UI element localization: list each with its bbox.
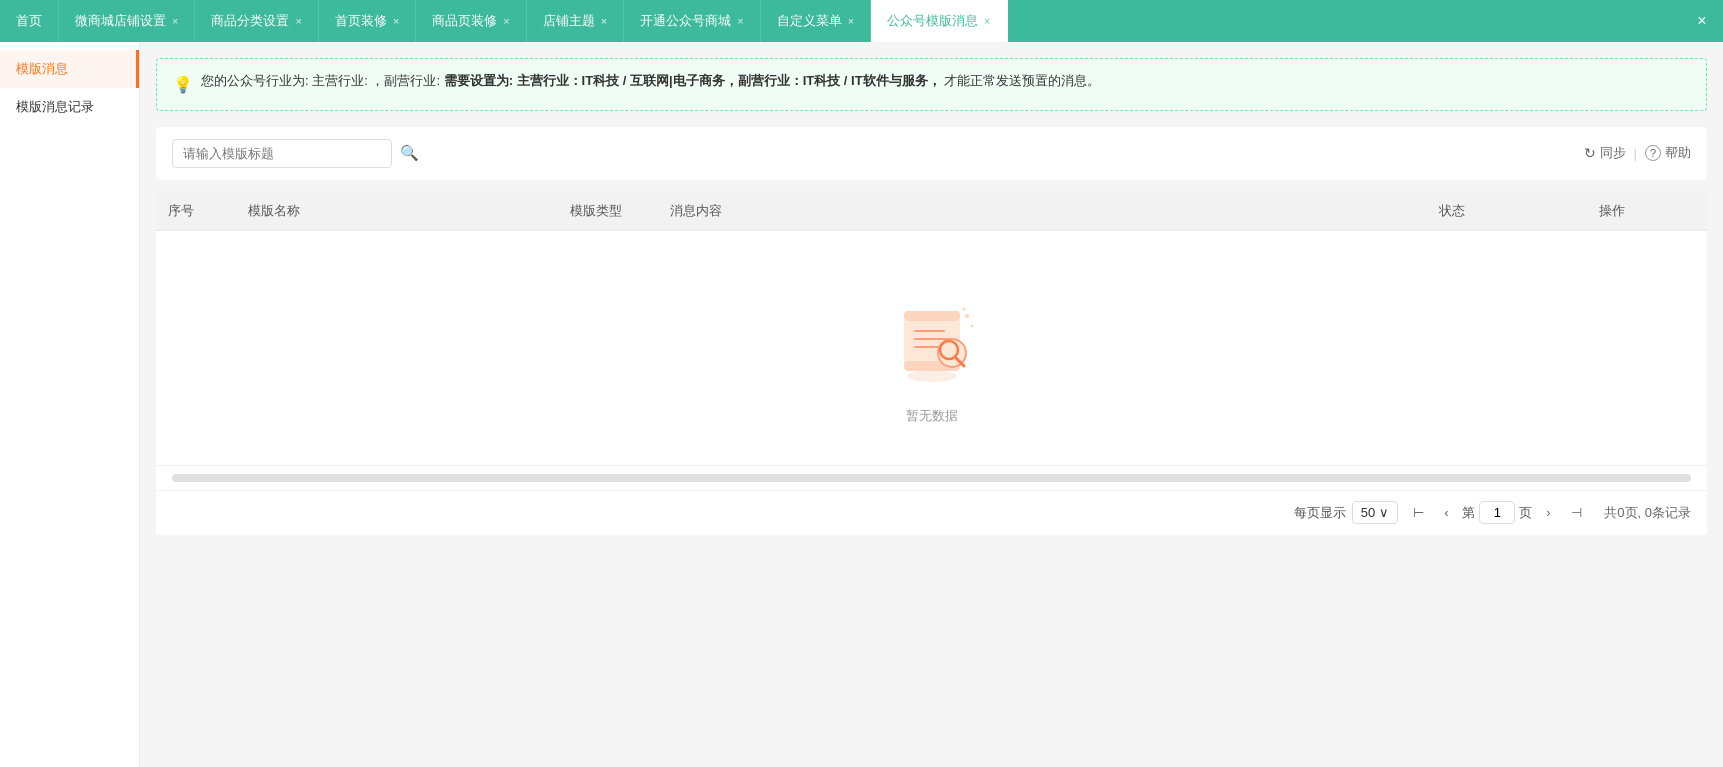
- empty-illustration: [882, 291, 982, 391]
- search-input[interactable]: [172, 139, 392, 168]
- notice-box: 💡 您的公众号行业为: 主营行业: ，副营行业: 需要设置为: 主营行业：IT科…: [156, 58, 1707, 111]
- toolbar-right: ↻ 同步 | ? 帮助: [1584, 144, 1691, 162]
- topbar-tab-0[interactable]: 首页: [0, 0, 59, 42]
- notice-icon: 💡: [173, 72, 193, 98]
- svg-point-7: [965, 314, 969, 318]
- svg-point-0: [907, 370, 957, 382]
- tab-close-icon-6[interactable]: ×: [737, 15, 743, 27]
- topbar-tab-1[interactable]: 微商城店铺设置×: [59, 0, 195, 42]
- table-header: 序号 模版名称 模版类型 消息内容 状态 操作: [156, 192, 1707, 231]
- tab-close-icon-5[interactable]: ×: [601, 15, 607, 27]
- col-header-name: 模版名称: [236, 192, 558, 230]
- page-size-label: 每页显示: [1294, 504, 1346, 522]
- svg-point-9: [962, 307, 965, 310]
- page-number-input[interactable]: [1479, 501, 1515, 524]
- total-text: 共0页, 0条记录: [1604, 504, 1691, 522]
- next-page-button[interactable]: ›: [1536, 501, 1560, 525]
- col-header-status: 状态: [1427, 192, 1587, 230]
- search-row: 🔍 ↻ 同步 | ? 帮助: [156, 127, 1707, 180]
- last-page-button[interactable]: ⊣: [1564, 501, 1588, 525]
- page-navigation: ⊢ ‹ 第 页 › ⊣: [1406, 501, 1588, 525]
- empty-text: 暂无数据: [906, 407, 958, 425]
- col-header-no: 序号: [156, 192, 236, 230]
- help-icon: ?: [1645, 145, 1661, 161]
- col-header-type: 模版类型: [558, 192, 658, 230]
- topbar-tab-5[interactable]: 店铺主题×: [527, 0, 624, 42]
- prev-page-button[interactable]: ‹: [1434, 501, 1458, 525]
- tab-close-icon-2[interactable]: ×: [295, 15, 301, 27]
- topbar: 首页微商城店铺设置×商品分类设置×首页装修×商品页装修×店铺主题×开通公众号商城…: [0, 0, 1723, 42]
- content-area: 💡 您的公众号行业为: 主营行业: ，副营行业: 需要设置为: 主营行业：IT科…: [140, 42, 1723, 767]
- tab-close-icon-8[interactable]: ×: [984, 15, 990, 27]
- fake-scrollbar[interactable]: [172, 474, 1691, 482]
- sidebar-item-0[interactable]: 模版消息: [0, 50, 139, 88]
- page-size-select: 每页显示 50 ∨: [1294, 501, 1398, 524]
- col-header-action: 操作: [1587, 192, 1707, 230]
- sync-icon: ↻: [1584, 145, 1596, 161]
- page-label-before: 第: [1462, 504, 1475, 522]
- tab-close-icon-3[interactable]: ×: [393, 15, 399, 27]
- empty-state: 暂无数据: [156, 231, 1707, 465]
- search-left: 🔍: [172, 139, 419, 168]
- search-button[interactable]: 🔍: [400, 144, 419, 162]
- topbar-tab-4[interactable]: 商品页装修×: [416, 0, 526, 42]
- topbar-tab-8[interactable]: 公众号模版消息×: [871, 0, 1007, 42]
- help-button[interactable]: 帮助: [1665, 144, 1691, 162]
- sidebar-item-1[interactable]: 模版消息记录: [0, 88, 139, 126]
- sidebar: 模版消息模版消息记录: [0, 42, 140, 767]
- page-label-after: 页: [1519, 504, 1532, 522]
- col-header-content: 消息内容: [658, 192, 1427, 230]
- tab-close-icon-4[interactable]: ×: [503, 15, 509, 27]
- pagination-row: 每页显示 50 ∨ ⊢ ‹ 第 页 › ⊣ 共0页, 0条记录: [156, 490, 1707, 535]
- table-wrapper: 序号 模版名称 模版类型 消息内容 状态 操作: [156, 192, 1707, 535]
- topbar-tab-6[interactable]: 开通公众号商城×: [624, 0, 760, 42]
- main-layout: 模版消息模版消息记录 💡 您的公众号行业为: 主营行业: ，副营行业: 需要设置…: [0, 42, 1723, 767]
- topbar-tab-7[interactable]: 自定义菜单×: [761, 0, 871, 42]
- tab-close-icon-1[interactable]: ×: [172, 15, 178, 27]
- sync-button[interactable]: 同步: [1600, 144, 1626, 162]
- svg-point-8: [970, 324, 973, 327]
- scrollbar-area: [156, 465, 1707, 490]
- topbar-tab-2[interactable]: 商品分类设置×: [195, 0, 318, 42]
- tab-close-icon-7[interactable]: ×: [848, 15, 854, 27]
- divider: |: [1634, 146, 1637, 161]
- first-page-button[interactable]: ⊢: [1406, 501, 1430, 525]
- close-all-button[interactable]: ×: [1681, 0, 1723, 42]
- notice-text: 您的公众号行业为: 主营行业: ，副营行业: 需要设置为: 主营行业：IT科技 …: [201, 71, 1100, 92]
- topbar-tab-3[interactable]: 首页装修×: [319, 0, 416, 42]
- dropdown-arrow-icon: ∨: [1379, 505, 1389, 520]
- page-size-dropdown[interactable]: 50 ∨: [1352, 501, 1398, 524]
